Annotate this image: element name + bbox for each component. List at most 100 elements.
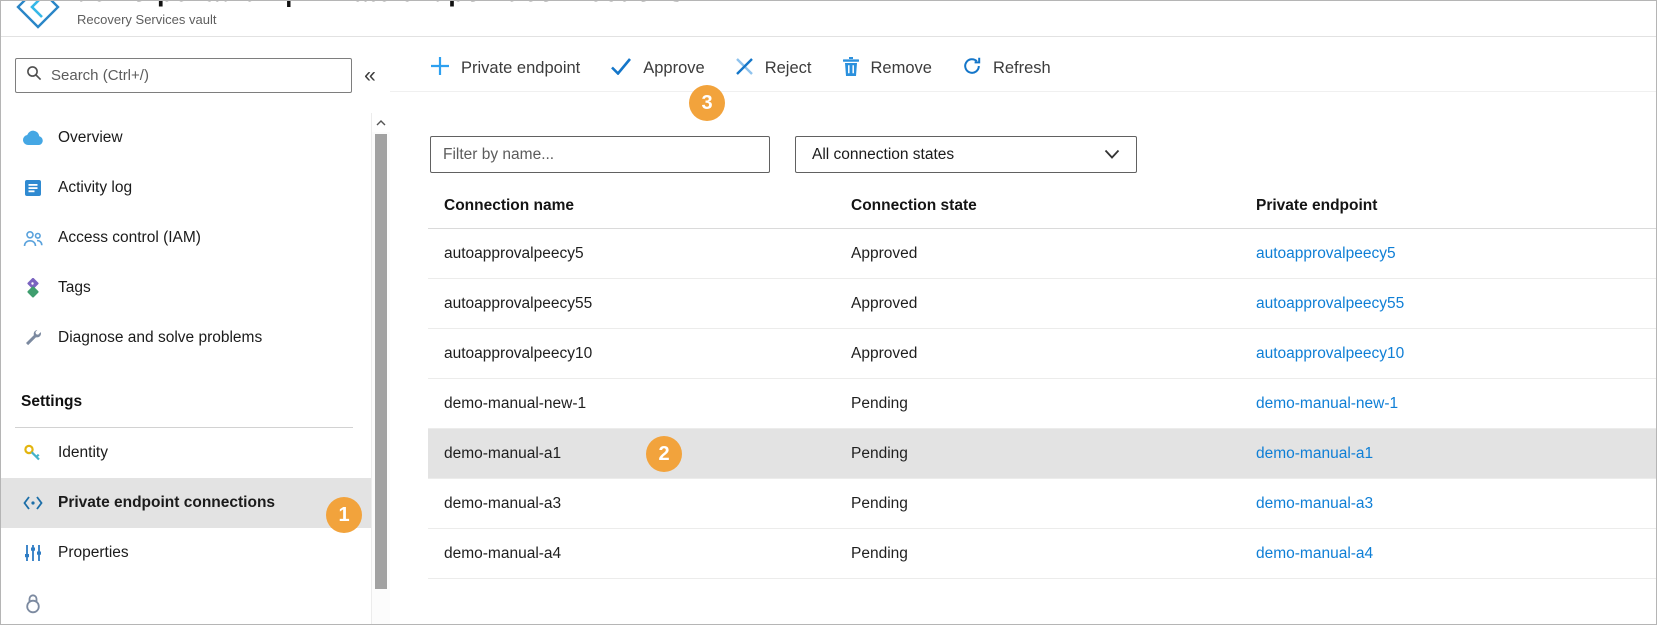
approve-button[interactable]: Approve (610, 57, 705, 80)
cell-connection-state: Approved (851, 294, 918, 312)
cell-connection-state: Pending (851, 494, 908, 512)
sidebar-item-label: Overview (58, 129, 123, 146)
connection-state-dropdown[interactable]: All connection states (795, 136, 1137, 173)
cell-connection-state: Approved (851, 344, 918, 362)
sidebar-item-label: Properties (58, 544, 129, 561)
private-endpoint-link[interactable]: demo-manual-a1 (1256, 445, 1373, 462)
sidebar: « Overview (1, 38, 390, 624)
sidebar-item-tags[interactable]: Tags (1, 263, 371, 313)
button-label: Private endpoint (461, 59, 581, 77)
table-row[interactable]: demo-manual-new-1 Pending demo-manual-ne… (428, 379, 1656, 429)
command-bar-divider (390, 91, 1656, 92)
callout-step-1: 1 (326, 497, 362, 533)
check-icon (610, 57, 632, 80)
tag-icon (21, 278, 45, 298)
callout-step-2: 2 (646, 436, 682, 472)
page-header: demo-pevault-2 | Private endpoint connec… (1, 1, 1656, 37)
cell-connection-name: autoapprovalpeecy5 (444, 244, 584, 262)
cell-connection-state: Pending (851, 444, 908, 462)
private-endpoint-button[interactable]: Private endpoint (430, 56, 580, 81)
page-title: demo-pevault-2 | Private endpoint connec… (75, 1, 684, 8)
table-row[interactable]: autoapprovalpeecy55 Approved autoapprova… (428, 279, 1656, 329)
button-label: Approve (643, 59, 705, 77)
command-bar: Private endpoint Approve Reject Remove R… (430, 46, 1646, 91)
sidebar-scrollbar[interactable] (371, 113, 390, 624)
scrollbar-thumb[interactable] (375, 134, 387, 589)
sidebar-item-label: Diagnose and solve problems (58, 329, 263, 346)
sidebar-item-private-endpoint-connections[interactable]: Private endpoint connections (1, 478, 371, 528)
activity-log-icon (21, 179, 45, 197)
sidebar-search[interactable] (15, 58, 352, 93)
private-endpoint-link[interactable]: demo-manual-a4 (1256, 545, 1373, 562)
reject-button[interactable]: Reject (735, 57, 812, 81)
filter-by-name-input[interactable] (430, 136, 770, 173)
people-icon (21, 230, 45, 247)
column-header-connection-name: Connection name (444, 197, 575, 214)
wrench-icon (21, 328, 45, 348)
button-label: Remove (870, 59, 932, 77)
table-header-row: Connection name Connection state Private… (428, 184, 1656, 229)
button-label: Refresh (992, 59, 1051, 77)
search-icon (26, 65, 42, 86)
private-endpoint-link[interactable]: autoapprovalpeecy10 (1256, 345, 1404, 362)
sidebar-item-overview[interactable]: Overview (1, 113, 371, 163)
sidebar-item-label: Tags (58, 279, 91, 296)
plus-icon (430, 56, 450, 81)
table-row[interactable]: demo-manual-a4 Pending demo-manual-a4 (428, 529, 1656, 579)
filter-bar: All connection states (430, 136, 1656, 174)
cell-connection-state: Approved (851, 244, 918, 262)
refresh-button[interactable]: Refresh (962, 56, 1051, 81)
sidebar-item-label: Activity log (58, 179, 133, 196)
sidebar-item-activity-log[interactable]: Activity log (1, 163, 371, 213)
recovery-vault-icon (15, 1, 61, 35)
cell-connection-name: autoapprovalpeecy10 (444, 344, 593, 362)
private-endpoint-link[interactable]: demo-manual-new-1 (1256, 395, 1398, 412)
sidebar-item-access-control[interactable]: Access control (IAM) (1, 213, 371, 263)
cell-connection-name: demo-manual-new-1 (444, 394, 587, 412)
cell-connection-name: demo-manual-a1 (444, 444, 562, 462)
table-row-selected[interactable]: demo-manual-a1 Pending demo-manual-a1 (428, 429, 1656, 479)
sidebar-item-label: Private endpoint connections (58, 494, 276, 511)
connections-table: Connection name Connection state Private… (428, 184, 1656, 579)
sidebar-item-label: Identity (58, 444, 108, 461)
callout-step-3: 3 (689, 85, 725, 121)
cloud-icon (21, 130, 45, 146)
azure-portal-window: demo-pevault-2 | Private endpoint connec… (0, 0, 1657, 625)
private-endpoint-link[interactable]: autoapprovalpeecy5 (1256, 245, 1396, 262)
sidebar-item-partial[interactable] (1, 578, 371, 624)
sidebar-item-diagnose[interactable]: Diagnose and solve problems (1, 313, 371, 363)
x-icon (735, 57, 754, 81)
button-label: Reject (764, 59, 812, 77)
chevron-down-icon (1104, 146, 1120, 164)
cell-connection-state: Pending (851, 544, 908, 562)
search-input[interactable] (51, 67, 341, 84)
table-row[interactable]: demo-manual-a3 Pending demo-manual-a3 (428, 479, 1656, 529)
sliders-icon (21, 544, 45, 562)
main-content: Private endpoint Approve Reject Remove R… (390, 38, 1656, 624)
private-endpoint-link[interactable]: demo-manual-a3 (1256, 495, 1373, 512)
lock-icon (21, 592, 45, 614)
key-icon (21, 443, 45, 463)
table-row[interactable]: autoapprovalpeecy5 Approved autoapproval… (428, 229, 1656, 279)
sidebar-item-properties[interactable]: Properties (1, 528, 371, 578)
scroll-up-button[interactable] (372, 113, 390, 132)
page-subtitle: Recovery Services vault (77, 12, 217, 27)
code-brackets-icon (21, 495, 45, 511)
sidebar-section-settings: Settings (21, 393, 83, 410)
column-header-connection-state: Connection state (851, 197, 977, 214)
sidebar-menu: Overview Activity log Access control (IA… (1, 113, 371, 624)
cell-connection-state: Pending (851, 394, 908, 412)
table-row[interactable]: autoapprovalpeecy10 Approved autoapprova… (428, 329, 1656, 379)
cell-connection-name: autoapprovalpeecy55 (444, 294, 593, 312)
sidebar-item-identity[interactable]: Identity (1, 428, 371, 478)
sidebar-collapse-button[interactable]: « (358, 62, 382, 90)
refresh-icon (962, 56, 982, 81)
column-header-private-endpoint: Private endpoint (1256, 197, 1378, 214)
remove-button[interactable]: Remove (842, 56, 932, 82)
sidebar-item-label: Access control (IAM) (58, 229, 201, 246)
cell-connection-name: demo-manual-a3 (444, 494, 562, 512)
dropdown-value: All connection states (812, 145, 955, 163)
cell-connection-name: demo-manual-a4 (444, 544, 562, 562)
private-endpoint-link[interactable]: autoapprovalpeecy55 (1256, 295, 1404, 312)
trash-icon (842, 56, 860, 82)
